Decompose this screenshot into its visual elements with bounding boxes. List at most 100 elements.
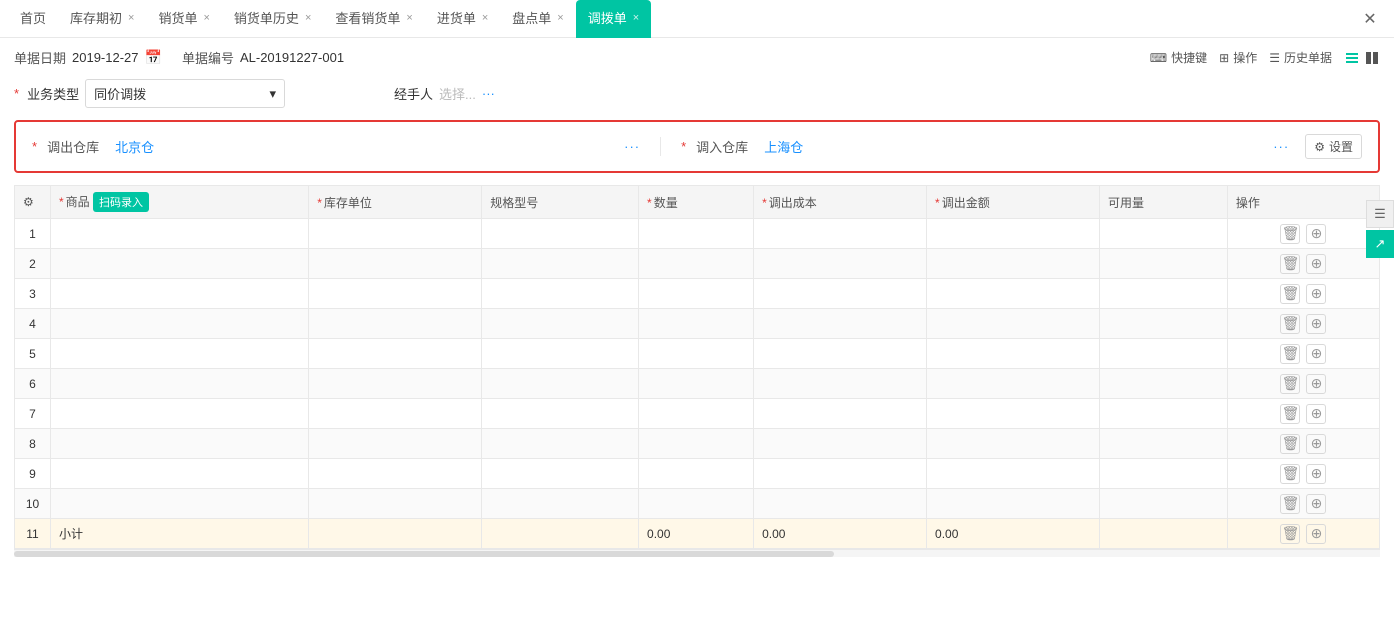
cell-quantity[interactable] bbox=[639, 429, 754, 459]
copy-subtotal-button[interactable]: ⊕ bbox=[1306, 524, 1326, 544]
warehouse-out-more-button[interactable]: ··· bbox=[624, 139, 640, 154]
calendar-icon[interactable]: 📅 bbox=[145, 49, 162, 66]
business-type-select[interactable]: 同价调拨 ▾ bbox=[85, 79, 285, 108]
delete-row-button[interactable]: 🗑 bbox=[1280, 374, 1300, 394]
copy-row-button[interactable]: ⊕ bbox=[1306, 314, 1326, 334]
tab-close-stocktake[interactable]: × bbox=[557, 12, 563, 24]
cell-unit[interactable] bbox=[309, 339, 482, 369]
delete-row-button[interactable]: 🗑 bbox=[1280, 314, 1300, 334]
cell-spec[interactable] bbox=[482, 279, 639, 309]
person-more-button[interactable]: ··· bbox=[482, 86, 495, 101]
history-button[interactable]: ☰ 历史单据 bbox=[1269, 49, 1332, 66]
tab-transfer[interactable]: 调拨单 × bbox=[576, 0, 651, 38]
cell-spec[interactable] bbox=[482, 219, 639, 249]
cell-quantity[interactable] bbox=[639, 369, 754, 399]
split-view-button[interactable] bbox=[1364, 50, 1380, 66]
tab-close-sales-order[interactable]: × bbox=[203, 12, 209, 24]
tab-purchase[interactable]: 进货单 × bbox=[425, 0, 500, 38]
cell-cost[interactable] bbox=[754, 399, 927, 429]
copy-row-button[interactable]: ⊕ bbox=[1306, 344, 1326, 364]
cell-quantity[interactable] bbox=[639, 459, 754, 489]
cell-spec[interactable] bbox=[482, 489, 639, 519]
scan-button[interactable]: 扫码录入 bbox=[93, 192, 149, 212]
list-view-button[interactable] bbox=[1344, 50, 1360, 66]
delete-row-button[interactable]: 🗑 bbox=[1280, 404, 1300, 424]
cell-cost[interactable] bbox=[754, 459, 927, 489]
cell-available[interactable] bbox=[1100, 459, 1228, 489]
cell-amount[interactable] bbox=[927, 309, 1100, 339]
operations-button[interactable]: ⊞ 操作 bbox=[1219, 49, 1257, 66]
horizontal-scrollbar[interactable] bbox=[14, 549, 1380, 557]
cell-cost[interactable] bbox=[754, 339, 927, 369]
cell-amount[interactable] bbox=[927, 429, 1100, 459]
warehouse-out-value[interactable]: 北京仓 bbox=[115, 137, 154, 156]
cell-product[interactable] bbox=[51, 459, 309, 489]
delete-row-button[interactable]: 🗑 bbox=[1280, 344, 1300, 364]
delete-row-button[interactable]: 🗑 bbox=[1280, 224, 1300, 244]
cell-unit[interactable] bbox=[309, 459, 482, 489]
cell-available[interactable] bbox=[1100, 369, 1228, 399]
cell-quantity[interactable] bbox=[639, 309, 754, 339]
cell-unit[interactable] bbox=[309, 489, 482, 519]
panel-expand-icon[interactable]: ↗ bbox=[1366, 230, 1394, 258]
scrollbar-thumb[interactable] bbox=[14, 551, 834, 557]
person-input[interactable]: 选择... bbox=[439, 84, 476, 103]
cell-cost[interactable] bbox=[754, 369, 927, 399]
copy-row-button[interactable]: ⊕ bbox=[1306, 404, 1326, 424]
tab-sales-history[interactable]: 销货单历史 × bbox=[222, 0, 323, 38]
window-close-button[interactable]: ✕ bbox=[1354, 3, 1386, 35]
cell-cost[interactable] bbox=[754, 489, 927, 519]
cell-unit[interactable] bbox=[309, 279, 482, 309]
cell-cost[interactable] bbox=[754, 219, 927, 249]
cell-spec[interactable] bbox=[482, 309, 639, 339]
cell-amount[interactable] bbox=[927, 249, 1100, 279]
delete-row-button[interactable]: 🗑 bbox=[1280, 494, 1300, 514]
cell-unit[interactable] bbox=[309, 399, 482, 429]
cell-cost[interactable] bbox=[754, 279, 927, 309]
cell-product[interactable] bbox=[51, 399, 309, 429]
tab-close-purchase[interactable]: × bbox=[482, 12, 488, 24]
delete-row-button[interactable]: 🗑 bbox=[1280, 284, 1300, 304]
cell-amount[interactable] bbox=[927, 489, 1100, 519]
cell-unit[interactable] bbox=[309, 429, 482, 459]
copy-row-button[interactable]: ⊕ bbox=[1306, 254, 1326, 274]
cell-available[interactable] bbox=[1100, 399, 1228, 429]
cell-unit[interactable] bbox=[309, 249, 482, 279]
cell-available[interactable] bbox=[1100, 249, 1228, 279]
tab-sales-order[interactable]: 销货单 × bbox=[146, 0, 221, 38]
cell-product[interactable] bbox=[51, 429, 309, 459]
cell-spec[interactable] bbox=[482, 249, 639, 279]
table-gear-icon[interactable]: ⚙ bbox=[23, 195, 34, 209]
cell-available[interactable] bbox=[1100, 279, 1228, 309]
cell-quantity[interactable] bbox=[639, 489, 754, 519]
delete-subtotal-button[interactable]: 🗑 bbox=[1280, 524, 1300, 544]
copy-row-button[interactable]: ⊕ bbox=[1306, 494, 1326, 514]
tab-view-sales[interactable]: 查看销货单 × bbox=[323, 0, 424, 38]
tab-close-view-sales[interactable]: × bbox=[406, 12, 412, 24]
cell-product[interactable] bbox=[51, 369, 309, 399]
cell-quantity[interactable] bbox=[639, 279, 754, 309]
cell-spec[interactable] bbox=[482, 399, 639, 429]
cell-amount[interactable] bbox=[927, 339, 1100, 369]
cell-cost[interactable] bbox=[754, 249, 927, 279]
copy-row-button[interactable]: ⊕ bbox=[1306, 464, 1326, 484]
copy-row-button[interactable]: ⊕ bbox=[1306, 224, 1326, 244]
warehouse-in-more-button[interactable]: ··· bbox=[1273, 139, 1289, 154]
cell-quantity[interactable] bbox=[639, 249, 754, 279]
cell-quantity[interactable] bbox=[639, 339, 754, 369]
cell-product[interactable] bbox=[51, 339, 309, 369]
cell-available[interactable] bbox=[1100, 489, 1228, 519]
tab-stocktake[interactable]: 盘点单 × bbox=[500, 0, 575, 38]
tab-close-transfer[interactable]: × bbox=[633, 12, 639, 24]
cell-available[interactable] bbox=[1100, 219, 1228, 249]
cell-amount[interactable] bbox=[927, 279, 1100, 309]
delete-row-button[interactable]: 🗑 bbox=[1280, 464, 1300, 484]
cell-unit[interactable] bbox=[309, 309, 482, 339]
cell-available[interactable] bbox=[1100, 309, 1228, 339]
cell-available[interactable] bbox=[1100, 339, 1228, 369]
cell-cost[interactable] bbox=[754, 309, 927, 339]
copy-row-button[interactable]: ⊕ bbox=[1306, 284, 1326, 304]
tab-close-sales-history[interactable]: × bbox=[305, 12, 311, 24]
delete-row-button[interactable]: 🗑 bbox=[1280, 254, 1300, 274]
cell-unit[interactable] bbox=[309, 369, 482, 399]
